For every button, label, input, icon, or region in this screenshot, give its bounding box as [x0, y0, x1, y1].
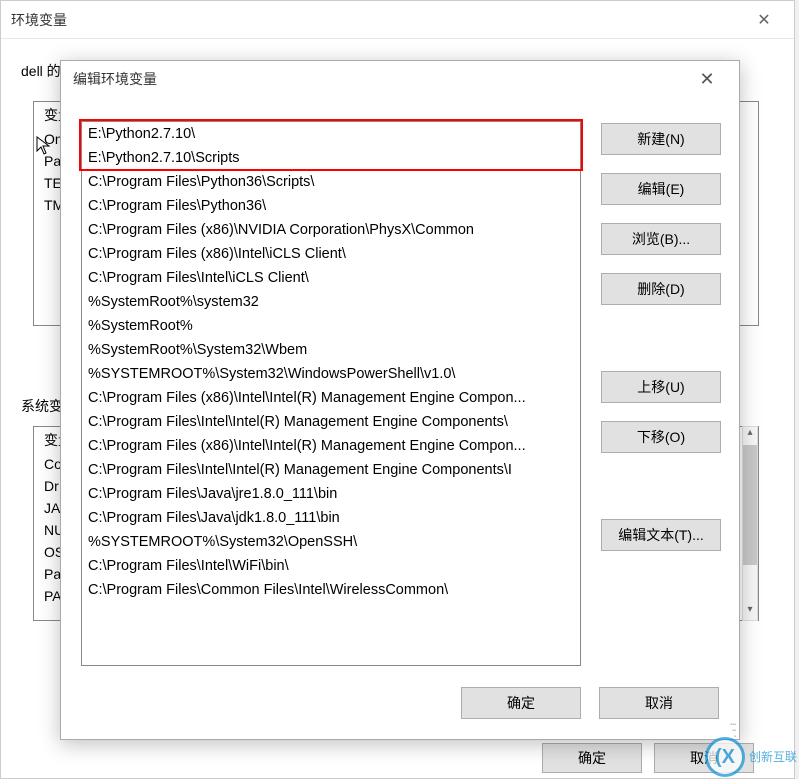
move-up-button[interactable]: 上移(U): [601, 371, 721, 403]
path-item[interactable]: C:\Program Files\Intel\iCLS Client\: [82, 266, 580, 290]
button-spacer: [601, 323, 721, 353]
env-window-title: 环境变量: [11, 10, 744, 30]
scroll-up-icon[interactable]: ▴: [743, 427, 757, 443]
path-item[interactable]: C:\Program Files\Intel\Intel(R) Manageme…: [82, 458, 580, 482]
edit-text-button[interactable]: 编辑文本(T)...: [601, 519, 721, 551]
delete-button[interactable]: 删除(D): [601, 273, 721, 305]
path-item[interactable]: C:\Program Files (x86)\NVIDIA Corporatio…: [82, 218, 580, 242]
resize-grip-icon[interactable]: ... .. .: [729, 717, 735, 735]
watermark-text: 创新互联: [749, 751, 797, 764]
env-window-titlebar: 环境变量 ✕: [1, 1, 794, 39]
path-item[interactable]: C:\Program Files\Python36\Scripts\: [82, 170, 580, 194]
watermark-line1: 创新互联: [749, 750, 797, 764]
path-item[interactable]: C:\Program Files\Common Files\Intel\Wire…: [82, 578, 580, 602]
edit-side-buttons: 新建(N) 编辑(E) 浏览(B)... 删除(D) 上移(U) 下移(O) 编…: [601, 123, 721, 551]
path-item[interactable]: C:\Program Files (x86)\Intel\Intel(R) Ma…: [82, 386, 580, 410]
edit-env-variable-window: 编辑环境变量 ✕ E:\Python2.7.10\ E:\Python2.7.1…: [60, 60, 740, 740]
close-icon[interactable]: ✕: [744, 10, 784, 30]
path-item[interactable]: C:\Program Files\Intel\WiFi\bin\: [82, 554, 580, 578]
path-item[interactable]: C:\Program Files (x86)\Intel\Intel(R) Ma…: [82, 434, 580, 458]
move-down-button[interactable]: 下移(O): [601, 421, 721, 453]
edit-window-titlebar: 编辑环境变量 ✕: [61, 61, 739, 97]
path-item[interactable]: %SYSTEMROOT%\System32\WindowsPowerShell\…: [82, 362, 580, 386]
edit-window-title: 编辑环境变量: [73, 69, 687, 89]
path-item[interactable]: C:\Program Files\Java\jdk1.8.0_111\bin: [82, 506, 580, 530]
system-vars-scrollbar[interactable]: ▴ ▾: [742, 426, 758, 621]
path-item[interactable]: %SystemRoot%: [82, 314, 580, 338]
button-spacer: [601, 471, 721, 501]
close-icon[interactable]: ✕: [687, 69, 727, 90]
edit-window-footer-buttons: 确定 取消: [61, 687, 719, 719]
path-listbox[interactable]: E:\Python2.7.10\ E:\Python2.7.10\Scripts…: [81, 121, 581, 666]
path-item[interactable]: E:\Python2.7.10\Scripts: [82, 146, 580, 170]
edit-button[interactable]: 编辑(E): [601, 173, 721, 205]
ok-button[interactable]: 确定: [461, 687, 581, 719]
path-item[interactable]: C:\Program Files\Intel\Intel(R) Manageme…: [82, 410, 580, 434]
browse-button[interactable]: 浏览(B)...: [601, 223, 721, 255]
path-item[interactable]: %SYSTEMROOT%\System32\OpenSSH\: [82, 530, 580, 554]
path-item[interactable]: %SystemRoot%\system32: [82, 290, 580, 314]
path-item[interactable]: C:\Program Files\Python36\: [82, 194, 580, 218]
path-item[interactable]: C:\Program Files (x86)\Intel\iCLS Client…: [82, 242, 580, 266]
watermark-glyph-icon: (X: [705, 737, 745, 777]
mouse-cursor-icon: [36, 136, 50, 156]
new-button[interactable]: 新建(N): [601, 123, 721, 155]
watermark-logo: (X 创新互联: [705, 737, 797, 777]
path-item[interactable]: %SystemRoot%\System32\Wbem: [82, 338, 580, 362]
scroll-thumb[interactable]: [743, 445, 757, 565]
cancel-button[interactable]: 取消: [599, 687, 719, 719]
path-item[interactable]: C:\Program Files\Java\jre1.8.0_111\bin: [82, 482, 580, 506]
ok-button[interactable]: 确定: [542, 743, 642, 773]
path-item[interactable]: E:\Python2.7.10\: [82, 122, 580, 146]
scroll-down-icon[interactable]: ▾: [743, 604, 757, 620]
